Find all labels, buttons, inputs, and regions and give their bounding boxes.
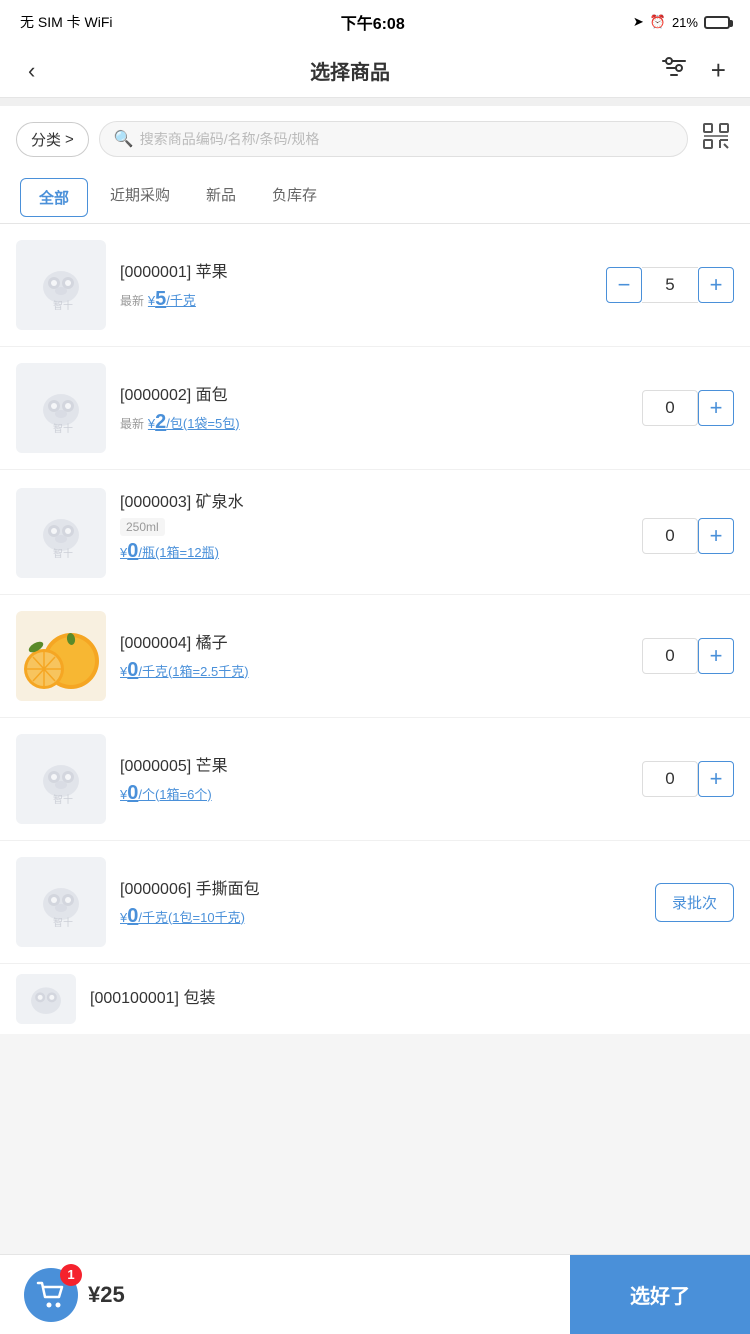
filter-bar: 分类 > 🔍 搜索商品编码/名称/条码/规格 — [0, 106, 750, 172]
qty-plus-button[interactable]: + — [698, 267, 734, 303]
product-name: [0000001] 苹果 — [120, 258, 592, 282]
product-info-0000005: [0000005] 芒果 ¥0/个(1箱=6个) — [120, 752, 628, 807]
qty-input[interactable] — [642, 267, 698, 303]
product-spec: 250ml — [120, 518, 165, 536]
status-right: ➤ ⏰ 21% — [633, 14, 730, 30]
product-info-0000001: [0000001] 苹果 最新 ¥5/千克 — [120, 258, 592, 313]
category-button[interactable]: 分类 > — [16, 122, 89, 157]
scan-button[interactable] — [698, 118, 734, 160]
confirm-button[interactable]: 选好了 — [570, 1255, 750, 1334]
chevron-right-icon: > — [65, 131, 74, 148]
cart-section: 1 ¥25 — [0, 1268, 149, 1322]
back-button[interactable]: ‹ — [20, 50, 43, 92]
svg-text:智十: 智十 — [53, 793, 73, 806]
qty-plus-button[interactable]: + — [698, 390, 734, 426]
product-name: [000100001] 包装 — [90, 984, 734, 1008]
svg-text:智十: 智十 — [53, 547, 73, 560]
product-name: [0000002] 面包 — [120, 381, 628, 405]
product-info-0000004: [0000004] 橘子 ¥0/千克(1箱=2.5千克) — [120, 629, 628, 684]
tab-new[interactable]: 新品 — [188, 172, 254, 223]
tab-all[interactable]: 全部 — [20, 178, 88, 217]
qty-control-0000004: + — [642, 638, 734, 674]
product-image-0000001: 智十 — [16, 240, 106, 330]
qty-control-0000003: + — [642, 518, 734, 554]
alarm-icon: ⏰ — [650, 14, 666, 30]
qty-plus-button[interactable]: + — [698, 761, 734, 797]
svg-text:智十: 智十 — [53, 916, 73, 929]
product-info-000100001: [000100001] 包装 — [90, 984, 734, 1014]
product-name: [0000005] 芒果 — [120, 752, 628, 776]
qty-control-0000006: 录批次 — [655, 883, 734, 922]
product-info-0000003: [0000003] 矿泉水 250ml ¥0/瓶(1箱=12瓶) — [120, 488, 628, 565]
product-list: 智十 [0000001] 苹果 最新 ¥5/千克 − + — [0, 224, 750, 1034]
product-image-0000004 — [16, 611, 106, 701]
bottom-bar: 1 ¥25 选好了 — [0, 1254, 750, 1334]
cart-total: ¥25 — [88, 1282, 125, 1308]
nav-actions: + — [657, 51, 730, 90]
product-item: [0000004] 橘子 ¥0/千克(1箱=2.5千克) + — [0, 595, 750, 718]
product-price: ¥0/千克(1箱=2.5千克) — [120, 659, 628, 682]
product-item: 智十 [0000006] 手撕面包 ¥0/千克(1包=10千克) 录批次 — [0, 841, 750, 964]
filter-button[interactable] — [657, 53, 691, 89]
search-icon: 🔍 — [114, 129, 134, 149]
qty-input[interactable] — [642, 518, 698, 554]
product-item: 智十 [0000005] 芒果 ¥0/个(1箱=6个) + — [0, 718, 750, 841]
tab-recent[interactable]: 近期采购 — [92, 172, 188, 223]
product-item: 智十 [0000003] 矿泉水 250ml ¥0/瓶(1箱=12瓶) + — [0, 470, 750, 595]
product-price: ¥0/瓶(1箱=12瓶) — [120, 540, 628, 563]
nav-bar: ‹ 选择商品 + — [0, 44, 750, 98]
qty-input[interactable] — [642, 638, 698, 674]
status-bar: 无 SIM 卡 WiFi 下午6:08 ➤ ⏰ 21% — [0, 0, 750, 44]
svg-text:智十: 智十 — [53, 422, 73, 435]
product-price: ¥0/千克(1包=10千克) — [120, 905, 641, 928]
tab-negative[interactable]: 负库存 — [254, 172, 335, 223]
qty-plus-button[interactable]: + — [698, 518, 734, 554]
cart-icon-wrap[interactable]: 1 — [24, 1268, 78, 1322]
product-item: 智十 [0000002] 面包 最新 ¥2/包(1袋=5包) + — [0, 347, 750, 470]
qty-control-0000002: + — [642, 390, 734, 426]
qty-control-0000001: − + — [606, 267, 734, 303]
product-image-0000003: 智十 — [16, 488, 106, 578]
status-time: 下午6:08 — [341, 10, 405, 34]
product-image-000100001 — [16, 974, 76, 1024]
product-name: [0000003] 矿泉水 — [120, 488, 628, 512]
category-label: 分类 — [31, 129, 61, 150]
cart-badge: 1 — [60, 1264, 82, 1286]
page-title: 选择商品 — [310, 56, 390, 85]
product-price: 最新 ¥2/包(1袋=5包) — [120, 411, 628, 434]
qty-input[interactable] — [642, 761, 698, 797]
batch-button[interactable]: 录批次 — [655, 883, 734, 922]
product-info-0000006: [0000006] 手撕面包 ¥0/千克(1包=10千克) — [120, 875, 641, 930]
divider — [0, 98, 750, 106]
location-icon: ➤ — [633, 14, 644, 30]
qty-minus-button[interactable]: − — [606, 267, 642, 303]
sim-label: 无 SIM 卡 WiFi — [20, 12, 113, 32]
product-name: [0000006] 手撕面包 — [120, 875, 641, 899]
svg-text:智十: 智十 — [53, 299, 73, 312]
qty-input[interactable] — [642, 390, 698, 426]
qty-plus-button[interactable]: + — [698, 638, 734, 674]
product-image-0000005: 智十 — [16, 734, 106, 824]
search-box[interactable]: 🔍 搜索商品编码/名称/条码/规格 — [99, 121, 688, 157]
product-item: 智十 [0000001] 苹果 最新 ¥5/千克 − + — [0, 224, 750, 347]
product-price: 最新 ¥5/千克 — [120, 288, 592, 311]
qty-control-0000005: + — [642, 761, 734, 797]
product-info-0000002: [0000002] 面包 最新 ¥2/包(1袋=5包) — [120, 381, 628, 436]
product-name: [0000004] 橘子 — [120, 629, 628, 653]
product-price: ¥0/个(1箱=6个) — [120, 782, 628, 805]
battery-icon — [704, 16, 730, 29]
tab-bar: 全部 近期采购 新品 负库存 — [0, 172, 750, 224]
product-item-partial: [000100001] 包装 — [0, 964, 750, 1034]
product-image-0000006: 智十 — [16, 857, 106, 947]
add-button[interactable]: + — [707, 51, 730, 90]
product-image-0000002: 智十 — [16, 363, 106, 453]
battery-percent: 21% — [672, 15, 698, 30]
status-left: 无 SIM 卡 WiFi — [20, 12, 113, 32]
search-placeholder: 搜索商品编码/名称/条码/规格 — [140, 129, 320, 149]
